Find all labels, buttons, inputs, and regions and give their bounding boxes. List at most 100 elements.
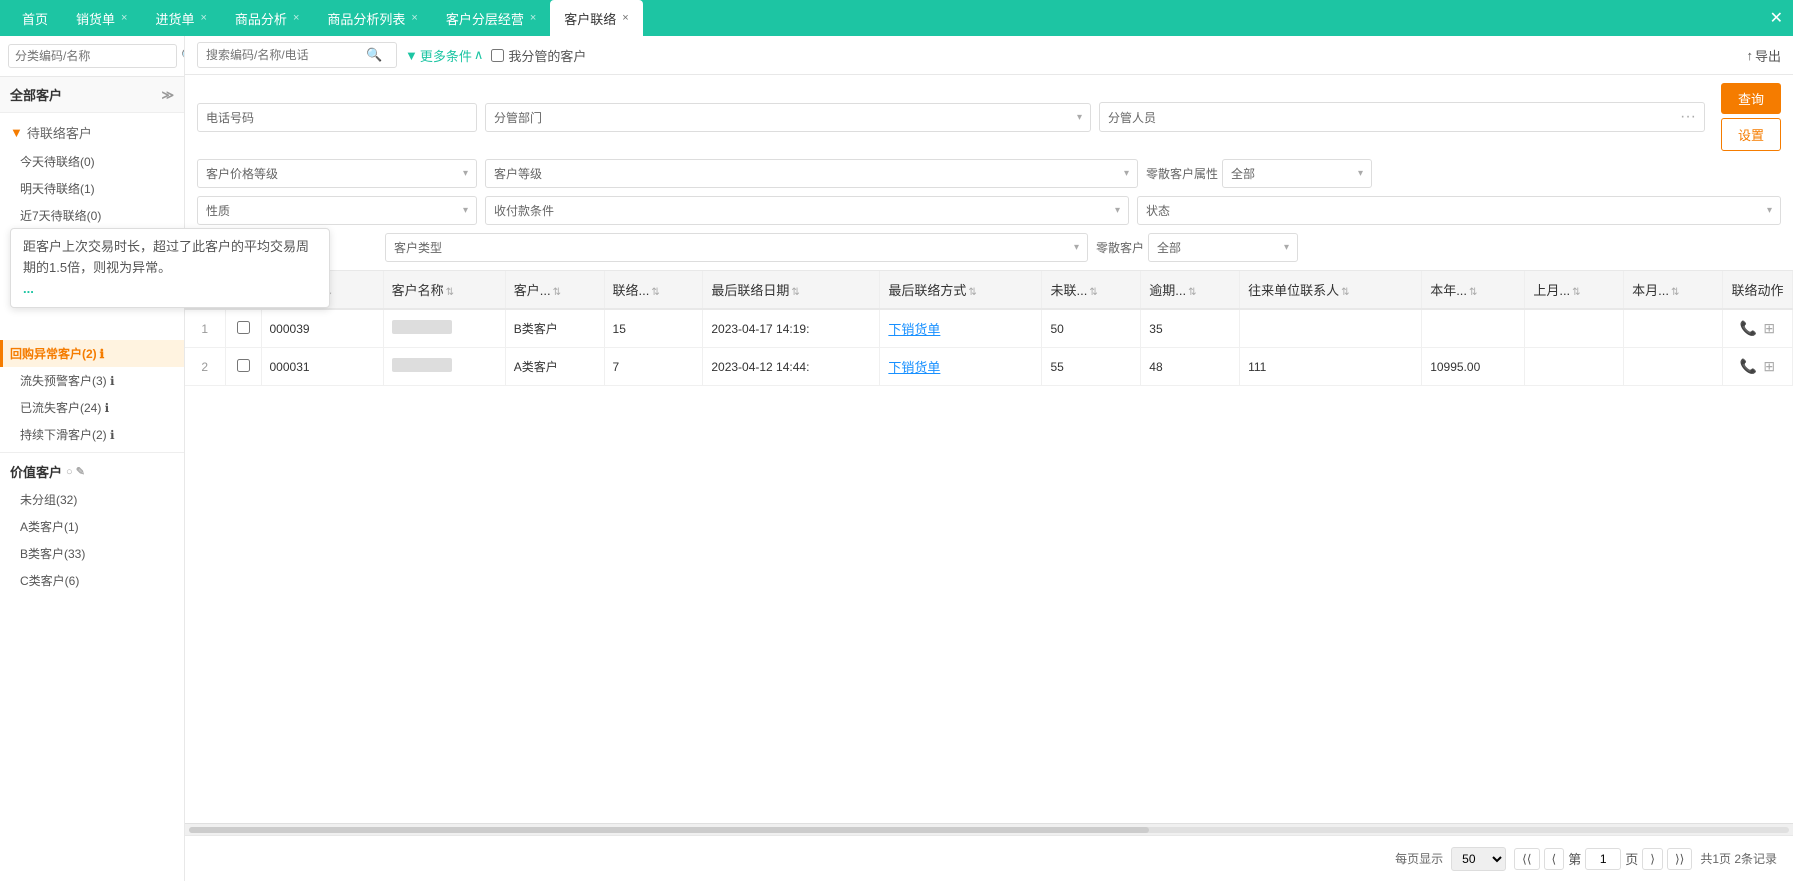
gender-field[interactable]: 性质 ▾ <box>197 196 477 225</box>
abnormal-repurchase[interactable]: 回购异常客户(2) ℹ <box>0 340 184 367</box>
declining-customers[interactable]: 持续下滑客户(2) ℹ <box>0 421 184 448</box>
sort-unit-icon[interactable]: ⇅ <box>1341 287 1349 298</box>
nav-goods-analysis[interactable]: 商品分析 × <box>221 0 313 36</box>
sort-name-icon[interactable]: ⇅ <box>446 287 454 298</box>
row2-last-month <box>1525 348 1624 386</box>
sidebar-all-customers-header[interactable]: 全部客户 ≫ <box>0 77 184 113</box>
sort-year-icon[interactable]: ⇅ <box>1469 287 1477 298</box>
sort-lastmonth-icon[interactable]: ⇅ <box>1572 287 1580 298</box>
nav-purchase-order[interactable]: 进货单 × <box>141 0 220 36</box>
th-customer-type: 客户...⇅ <box>505 271 604 309</box>
row1-phone-icon[interactable]: 📞 <box>1740 320 1757 337</box>
nav-customer-tier[interactable]: 客户分层经营 × <box>432 0 550 36</box>
sort-date-icon[interactable]: ⇅ <box>791 287 799 298</box>
main-search-input[interactable] <box>206 48 366 62</box>
main-search-icon[interactable]: 🔍 <box>366 47 382 63</box>
payment-field[interactable]: 收付款条件 ▾ <box>485 196 1129 225</box>
b-class-customers[interactable]: B类客户(33) <box>0 540 184 567</box>
row2-this-year: 10995.00 <box>1422 348 1525 386</box>
first-page-btn[interactable]: ⟨⟨ <box>1514 848 1539 870</box>
nav-customer-contact[interactable]: 客户联络 × <box>550 0 642 36</box>
today-pending[interactable]: 今天待联络(0) <box>0 148 184 175</box>
pagination-bar: 每页显示 50 100 200 ⟨⟨ ⟨ 第 页 ⟩ ⟩⟩ 共1页 2条记录 <box>185 835 1793 881</box>
per-page-select[interactable]: 50 100 200 <box>1451 847 1506 871</box>
tooltip-dots: ... <box>23 281 34 296</box>
filter-row-4: ··· 客户类型 ▾ 零散客户 全部 ▾ <box>197 233 1781 262</box>
sort-method-icon[interactable]: ⇅ <box>968 287 976 298</box>
unclassified-customers[interactable]: 未分组(32) <box>0 486 184 513</box>
sort-uncontact-icon[interactable]: ⇅ <box>1089 287 1097 298</box>
department-field[interactable]: 分管部门 ▾ <box>485 103 1091 132</box>
price-level-field[interactable]: 客户价格等级 ▾ <box>197 159 477 188</box>
sort-overdue-icon[interactable]: ⇅ <box>1188 287 1196 298</box>
filter-actions: 查询 设置 <box>1721 83 1781 151</box>
tooltip-box: 距客户上次交易时长，超过了此客户的平均交易周期的1.5倍，则视为异常。 ... <box>10 228 185 308</box>
table-header-row: ⚙ 客户编码⇅ 客户名称⇅ 客户...⇅ <box>185 271 1793 309</box>
page-input[interactable] <box>1585 848 1621 870</box>
nav-goods-analysis-list[interactable]: 商品分析列表 × <box>313 0 431 36</box>
prev-page-btn[interactable]: ⟨ <box>1544 848 1565 870</box>
my-customers-checkbox[interactable] <box>491 49 504 62</box>
customer-level-field[interactable]: 客户等级 ▾ <box>485 159 1138 188</box>
sidebar-search-input[interactable] <box>8 44 177 68</box>
row1-check[interactable] <box>225 309 261 348</box>
scrollbar-thumb[interactable] <box>189 827 1149 833</box>
sidebar-search-area: 🔍 <box>0 36 184 77</box>
lost-customers[interactable]: 已流失客户(24) ℹ <box>0 394 184 421</box>
row2-phone-icon[interactable]: 📞 <box>1740 358 1757 375</box>
edit-icons[interactable]: ○ ✎ <box>66 465 85 478</box>
close-goods-analysis-icon[interactable]: × <box>293 12 299 24</box>
retail-customer-field[interactable]: 全部 ▾ <box>1148 233 1298 262</box>
export-btn[interactable]: ↑ 导出 <box>1746 46 1781 65</box>
last-page-btn[interactable]: ⟩⟩ <box>1667 848 1692 870</box>
close-customer-contact-icon[interactable]: × <box>622 12 628 24</box>
row1-checkbox[interactable] <box>237 321 250 334</box>
advanced-filter-panel: 电话号码 分管部门 ▾ 分管人员 ··· 查询 设置 客户价格等级 <box>185 75 1793 271</box>
payment-dropdown-icon: ▾ <box>1115 205 1120 216</box>
row2-method-link[interactable]: 下销货单 <box>888 360 940 375</box>
close-goods-analysis-list-icon[interactable]: × <box>411 12 417 24</box>
manager-field[interactable]: 分管人员 ··· <box>1099 102 1705 132</box>
week-pending[interactable]: 近7天待联络(0) <box>0 202 184 229</box>
th-contact-count: 联络...⇅ <box>604 271 703 309</box>
row1-overdue: 35 <box>1141 309 1240 348</box>
next-page-btn[interactable]: ⟩ <box>1642 848 1663 870</box>
status-field[interactable]: 状态 ▾ <box>1137 196 1781 225</box>
nav-sales-order[interactable]: 销货单 × <box>62 0 141 36</box>
pending-contact-title[interactable]: ▼ 待联络客户 <box>0 117 184 148</box>
retail-attr-field[interactable]: 全部 ▾ <box>1222 159 1372 188</box>
c-class-customers[interactable]: C类客户(6) <box>0 567 184 594</box>
close-sales-order-icon[interactable]: × <box>121 12 127 24</box>
query-btn[interactable]: 查询 <box>1721 83 1781 114</box>
sidebar-collapse-icon[interactable]: ≫ <box>161 88 174 102</box>
all-customers-label: 全部客户 <box>10 85 62 104</box>
customer-type-field[interactable]: 客户类型 ▾ <box>385 233 1088 262</box>
close-customer-tier-icon[interactable]: × <box>530 12 536 24</box>
row2-action-icons: 📞 ⊞ <box>1731 358 1784 375</box>
tomorrow-pending[interactable]: 明天待联络(1) <box>0 175 184 202</box>
value-customers-group[interactable]: 价值客户 ○ ✎ <box>0 457 184 486</box>
a-class-customers[interactable]: A类客户(1) <box>0 513 184 540</box>
content-area: 🔍 ▼ 更多条件 ∧ 我分管的客户 ↑ 导出 电话号码 <box>185 36 1793 881</box>
window-close-icon[interactable]: ✕ <box>1770 8 1783 28</box>
row2-code: 000031 <box>261 348 383 386</box>
retail-attr-wrap: 零散客户属性 全部 ▾ <box>1146 159 1781 188</box>
nav-home[interactable]: 首页 <box>8 0 62 36</box>
th-unit-contacts: 往来单位联系人⇅ <box>1240 271 1422 309</box>
row2-actions: 📞 ⊞ <box>1723 348 1793 386</box>
loss-warning-customers[interactable]: 流失预警客户(3) ℹ <box>0 367 184 394</box>
row2-grid-icon[interactable]: ⊞ <box>1763 358 1775 375</box>
settings-btn[interactable]: 设置 <box>1721 118 1781 151</box>
phone-field[interactable]: 电话号码 <box>197 103 477 132</box>
close-purchase-order-icon[interactable]: × <box>200 12 206 24</box>
row1-method-link[interactable]: 下销货单 <box>888 322 940 337</box>
more-conditions-btn[interactable]: ▼ 更多条件 ∧ <box>405 46 483 65</box>
sort-type-icon[interactable]: ⇅ <box>553 287 561 298</box>
row1-grid-icon[interactable]: ⊞ <box>1763 320 1775 337</box>
sort-thismonth-icon[interactable]: ⇅ <box>1671 287 1679 298</box>
sort-contact-icon[interactable]: ⇅ <box>651 287 659 298</box>
filter-row-1: 电话号码 分管部门 ▾ 分管人员 ··· 查询 设置 <box>197 83 1781 151</box>
row2-checkbox[interactable] <box>237 359 250 372</box>
row2-check[interactable] <box>225 348 261 386</box>
horizontal-scrollbar[interactable] <box>185 823 1793 835</box>
